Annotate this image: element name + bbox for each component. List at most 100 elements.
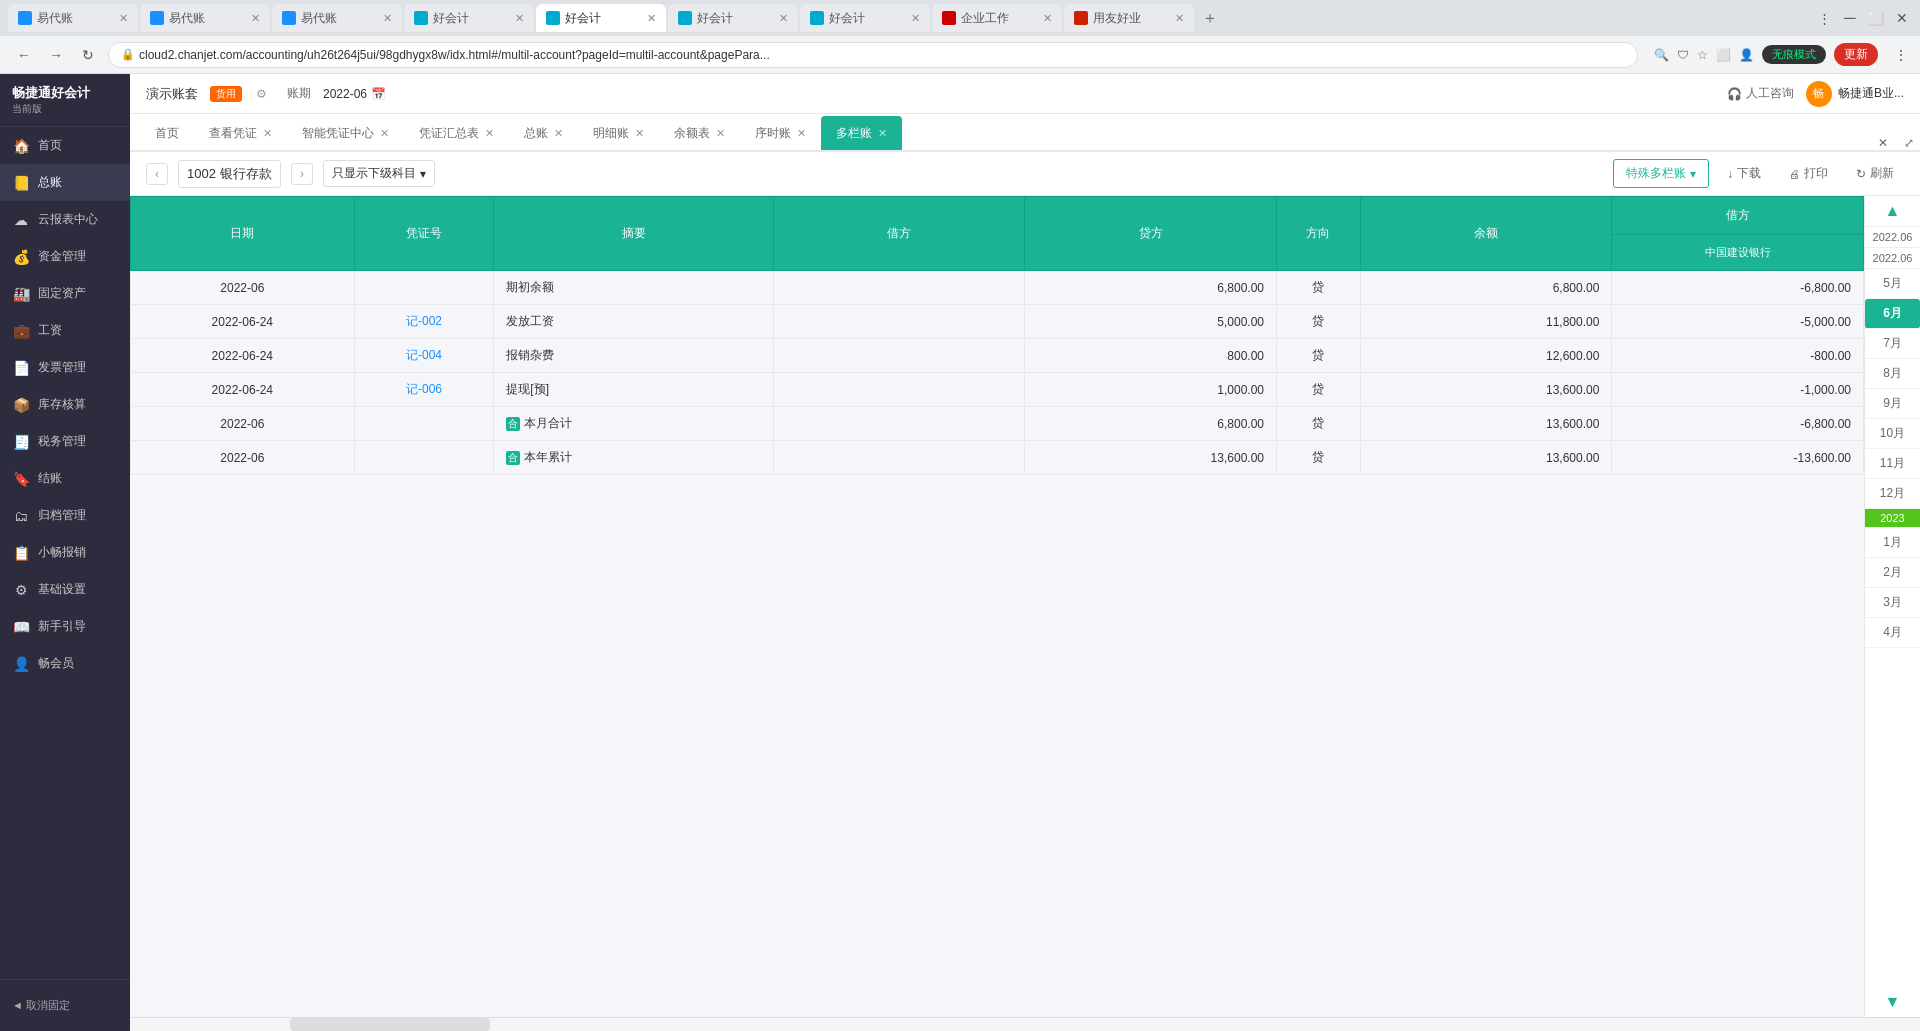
next-account-button[interactable]: › xyxy=(291,163,313,185)
tab-view-voucher[interactable]: 查看凭证 ✕ xyxy=(194,116,287,150)
tab-balance[interactable]: 余额表 ✕ xyxy=(659,116,740,150)
tab-multi-column-close[interactable]: ✕ xyxy=(878,127,887,140)
settings-gear-icon[interactable] xyxy=(256,87,267,101)
scroll-thumb[interactable] xyxy=(290,1018,490,1031)
sidebar-item-invoice[interactable]: 📄 发票管理 xyxy=(0,349,130,386)
sidebar-item-expense[interactable]: 📋 小畅报销 xyxy=(0,534,130,571)
sidebar-item-ledger[interactable]: 📒 总账 xyxy=(0,164,130,201)
back-button[interactable]: ← xyxy=(12,43,36,67)
sidebar-item-payroll[interactable]: 💼 工资 xyxy=(0,312,130,349)
timeline-month-7[interactable]: 7月 xyxy=(1865,329,1920,359)
browser-tab-1[interactable]: 易代账 ✕ xyxy=(8,4,138,32)
download-button[interactable]: 下载 xyxy=(1717,160,1771,187)
tab-view-voucher-close[interactable]: ✕ xyxy=(263,127,272,140)
cell-voucher[interactable]: 记-006 xyxy=(354,373,494,407)
unpin-button[interactable]: ◄ 取消固定 xyxy=(0,988,130,1023)
browser-tab-4[interactable]: 好会计 ✕ xyxy=(404,4,534,32)
tab-close-1[interactable]: ✕ xyxy=(119,12,128,25)
sidebar-item-home[interactable]: 🏠 首页 xyxy=(0,127,130,164)
timeline-2023-month-3[interactable]: 3月 xyxy=(1865,588,1920,618)
filter-dropdown[interactable]: 只显示下级科目 ▾ xyxy=(323,160,435,187)
sidebar-item-archive[interactable]: 🗂 归档管理 xyxy=(0,497,130,534)
new-tab-button[interactable]: ＋ xyxy=(1196,4,1224,32)
minimize-button[interactable]: ─ xyxy=(1840,8,1860,28)
sidebar-item-vip[interactable]: 👤 畅会员 xyxy=(0,645,130,682)
tab-list-button[interactable]: ⋮ xyxy=(1814,8,1834,28)
tab-smart-voucher-close[interactable]: ✕ xyxy=(380,127,389,140)
help-button[interactable]: 🎧 人工咨询 xyxy=(1727,85,1794,102)
timeline-2023-month-1[interactable]: 1月 xyxy=(1865,528,1920,558)
tab-detail-ledger-close[interactable]: ✕ xyxy=(635,127,644,140)
browser-tab-5[interactable]: 好会计 ✕ xyxy=(536,4,666,32)
sidebar-item-assets[interactable]: 🏭 固定资产 xyxy=(0,275,130,312)
timeline-month-9[interactable]: 9月 xyxy=(1865,389,1920,419)
star-icon[interactable]: ☆ xyxy=(1697,48,1708,62)
tab-close-6[interactable]: ✕ xyxy=(779,12,788,25)
browser-tab-2[interactable]: 易代账 ✕ xyxy=(140,4,270,32)
browser-tab-7[interactable]: 好会计 ✕ xyxy=(800,4,930,32)
browser-tab-8[interactable]: 企业工作 ✕ xyxy=(932,4,1062,32)
tab-general-ledger[interactable]: 总账 ✕ xyxy=(509,116,578,150)
timeline-2023-month-4[interactable]: 4月 xyxy=(1865,618,1920,648)
url-bar[interactable]: 🔒 cloud2.chanjet.com/accounting/uh26t264… xyxy=(108,42,1638,68)
tab-home[interactable]: 首页 xyxy=(140,116,194,150)
stealth-mode-button[interactable]: 无痕模式 xyxy=(1762,45,1826,64)
account-selector[interactable]: 1002 银行存款 xyxy=(178,160,281,188)
tab-general-ledger-close[interactable]: ✕ xyxy=(554,127,563,140)
tab-balance-close[interactable]: ✕ xyxy=(716,127,725,140)
calendar-icon[interactable]: 📅 xyxy=(371,87,386,101)
menu-button[interactable]: ⋮ xyxy=(1894,47,1908,63)
expand-icon-btn[interactable]: ⤢ xyxy=(1898,136,1920,150)
timeline-month-11[interactable]: 11月 xyxy=(1865,449,1920,479)
special-multi-column-button[interactable]: 特殊多栏账 ▾ xyxy=(1613,159,1709,188)
sidebar-item-tax[interactable]: 🧾 税务管理 xyxy=(0,423,130,460)
print-button[interactable]: 打印 xyxy=(1779,160,1838,187)
timeline-month-10[interactable]: 10月 xyxy=(1865,419,1920,449)
profile-icon[interactable]: 👤 xyxy=(1739,48,1754,62)
restore-button[interactable]: ⬜ xyxy=(1866,8,1886,28)
timeline-collapse-down[interactable]: ▼ xyxy=(1885,987,1901,1017)
screenshot-icon[interactable]: ⬜ xyxy=(1716,48,1731,62)
forward-button[interactable]: → xyxy=(44,43,68,67)
tab-voucher-summary[interactable]: 凭证汇总表 ✕ xyxy=(404,116,509,150)
refresh-button[interactable]: 刷新 xyxy=(1846,160,1904,187)
tab-multi-column[interactable]: 多栏账 ✕ xyxy=(821,116,902,150)
sidebar-item-guide[interactable]: 📖 新手引导 xyxy=(0,608,130,645)
bottom-scrollbar[interactable] xyxy=(130,1017,1920,1031)
browser-tab-3[interactable]: 易代账 ✕ xyxy=(272,4,402,32)
timeline-month-8[interactable]: 8月 xyxy=(1865,359,1920,389)
cell-voucher[interactable]: 记-002 xyxy=(354,305,494,339)
timeline-month-12[interactable]: 12月 xyxy=(1865,479,1920,509)
tab-voucher-summary-close[interactable]: ✕ xyxy=(485,127,494,140)
browser-tab-6[interactable]: 好会计 ✕ xyxy=(668,4,798,32)
tab-smart-voucher[interactable]: 智能凭证中心 ✕ xyxy=(287,116,404,150)
prev-account-button[interactable]: ‹ xyxy=(146,163,168,185)
search-icon[interactable]: 🔍 xyxy=(1654,48,1669,62)
tab-close-5[interactable]: ✕ xyxy=(647,12,656,25)
timeline-month-5[interactable]: 5月 xyxy=(1865,269,1920,299)
browser-tab-9[interactable]: 用友好业 ✕ xyxy=(1064,4,1194,32)
tab-chronological[interactable]: 序时账 ✕ xyxy=(740,116,821,150)
timeline-month-6[interactable]: 6月 xyxy=(1865,299,1920,329)
tab-close-7[interactable]: ✕ xyxy=(911,12,920,25)
update-button[interactable]: 更新 xyxy=(1834,43,1878,66)
timeline-collapse-up[interactable]: ▲ xyxy=(1885,202,1901,220)
reload-button[interactable]: ↻ xyxy=(76,43,100,67)
tab-close-2[interactable]: ✕ xyxy=(251,12,260,25)
sidebar-item-close[interactable]: 🔖 结账 xyxy=(0,460,130,497)
sidebar-item-reports[interactable]: ☁ 云报表中心 xyxy=(0,201,130,238)
sidebar-item-settings[interactable]: ⚙ 基础设置 xyxy=(0,571,130,608)
tab-close-4[interactable]: ✕ xyxy=(515,12,524,25)
shield-icon[interactable]: 🛡 xyxy=(1677,48,1689,62)
tab-close-3[interactable]: ✕ xyxy=(383,12,392,25)
tab-close-8[interactable]: ✕ xyxy=(1043,12,1052,25)
sidebar-item-inventory[interactable]: 📦 库存核算 xyxy=(0,386,130,423)
collapse-button[interactable]: ✕ xyxy=(1868,136,1898,150)
tab-chronological-close[interactable]: ✕ xyxy=(797,127,806,140)
cell-voucher[interactable]: 记-004 xyxy=(354,339,494,373)
timeline-2023-month-2[interactable]: 2月 xyxy=(1865,558,1920,588)
tab-detail-ledger[interactable]: 明细账 ✕ xyxy=(578,116,659,150)
sidebar-item-funds[interactable]: 💰 资金管理 xyxy=(0,238,130,275)
tab-close-9[interactable]: ✕ xyxy=(1175,12,1184,25)
close-button[interactable]: ✕ xyxy=(1892,8,1912,28)
